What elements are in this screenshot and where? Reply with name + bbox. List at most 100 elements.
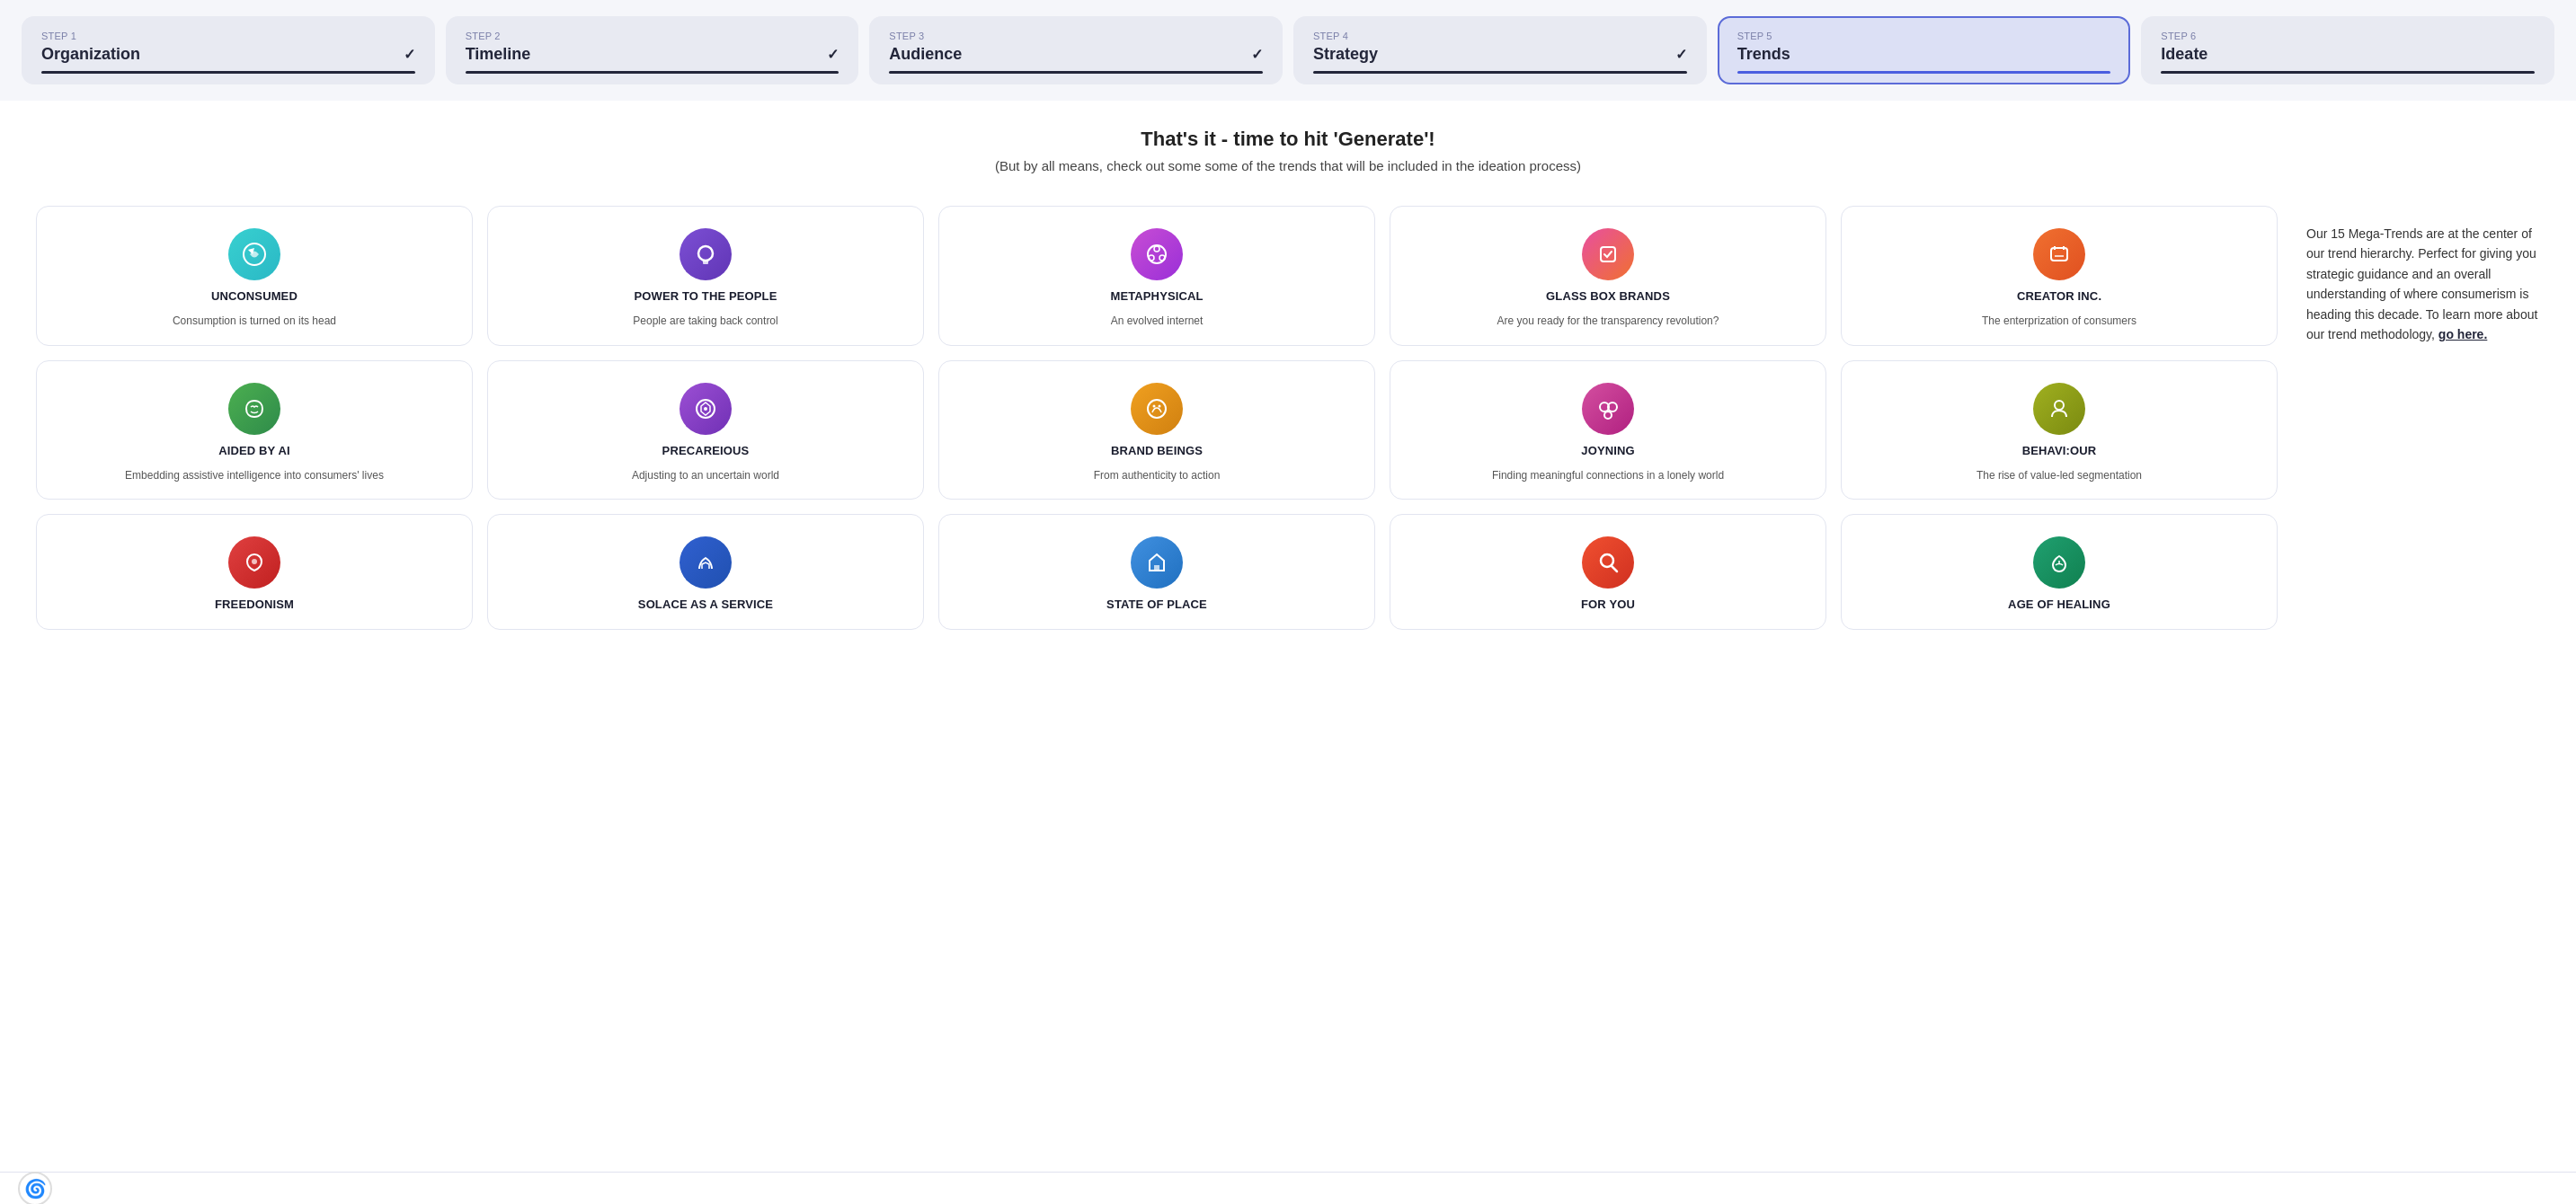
trend-card-solace-as-a-service[interactable]: SOLACE AS A SERVICE	[487, 514, 924, 630]
trend-icon-metaphysical	[1131, 228, 1183, 280]
trend-icon-brand-beings	[1131, 383, 1183, 435]
trend-desc-unconsumed: Consumption is turned on its head	[173, 314, 336, 329]
trend-card-unconsumed[interactable]: UNCONSUMED Consumption is turned on its …	[36, 206, 473, 346]
trend-desc-metaphysical: An evolved internet	[1111, 314, 1204, 329]
check-icon: ✓	[1251, 46, 1263, 63]
page-headline: That's it - time to hit 'Generate'!	[36, 128, 2540, 151]
svg-point-14	[1148, 400, 1166, 418]
svg-rect-8	[2051, 248, 2067, 261]
trend-icon-precareious	[680, 383, 732, 435]
trend-desc-behaviour: The rise of value-led segmentation	[1976, 468, 2142, 483]
trend-desc-creator-inc: The enterprization of consumers	[1982, 314, 2136, 329]
svg-point-21	[252, 559, 257, 564]
trend-card-freedonism[interactable]: FREEDONISM	[36, 514, 473, 630]
trend-card-joyning[interactable]: JOYNING Finding meaningful connections i…	[1390, 360, 1826, 500]
step-step4[interactable]: STEP 4 Strategy ✓	[1293, 16, 1707, 84]
main-content: That's it - time to hit 'Generate'! (But…	[0, 101, 2576, 1197]
step-label: STEP 4	[1313, 31, 1687, 41]
step-label: STEP 5	[1737, 31, 2111, 41]
trend-name-metaphysical: METAPHYSICAL	[1110, 289, 1203, 305]
step-step3[interactable]: STEP 3 Audience ✓	[869, 16, 1283, 84]
svg-rect-2	[703, 261, 708, 264]
svg-point-15	[1153, 404, 1156, 407]
trend-name-freedonism: FREEDONISM	[215, 598, 294, 613]
trend-desc-aided-by-ai: Embedding assistive intelligence into co…	[125, 468, 384, 483]
trend-name-precareious: PRECAREIOUS	[662, 444, 750, 459]
check-icon: ✓	[827, 46, 839, 63]
sidebar-text: Our 15 Mega-Trends are at the center of …	[2306, 226, 2537, 341]
trend-card-metaphysical[interactable]: METAPHYSICAL An evolved internet	[938, 206, 1375, 346]
trend-icon-age-of-healing	[2033, 536, 2085, 589]
trend-desc-precareious: Adjusting to an uncertain world	[632, 468, 779, 483]
trend-desc-joyning: Finding meaningful connections in a lone…	[1492, 468, 1724, 483]
step-title: Strategy	[1313, 45, 1378, 64]
trend-name-glass-box-brands: GLASS BOX BRANDS	[1546, 289, 1670, 305]
trend-icon-for-you	[1582, 536, 1634, 589]
trends-sidebar: Our 15 Mega-Trends are at the center of …	[2306, 206, 2540, 344]
step-step2[interactable]: STEP 2 Timeline ✓	[446, 16, 859, 84]
svg-point-20	[2055, 401, 2064, 410]
trend-card-precareious[interactable]: PRECAREIOUS Adjusting to an uncertain wo…	[487, 360, 924, 500]
trend-card-state-of-place[interactable]: STATE OF PLACE	[938, 514, 1375, 630]
step-title: Organization	[41, 45, 140, 64]
svg-point-19	[1604, 412, 1612, 419]
svg-rect-7	[1601, 247, 1615, 261]
svg-point-13	[704, 407, 707, 411]
trend-desc-power-to-the-people: People are taking back control	[633, 314, 777, 329]
trend-name-for-you: FOR YOU	[1581, 598, 1635, 613]
step-label: STEP 3	[889, 31, 1263, 41]
svg-point-1	[698, 246, 713, 261]
trend-icon-behaviour	[2033, 383, 2085, 435]
step-divider	[1737, 71, 2111, 74]
trend-name-creator-inc: CREATOR INC.	[2017, 289, 2101, 305]
trend-card-for-you[interactable]: FOR YOU	[1390, 514, 1826, 630]
trend-name-joyning: JOYNING	[1581, 444, 1634, 459]
trend-name-solace-as-a-service: SOLACE AS A SERVICE	[638, 598, 773, 613]
step-divider	[2161, 71, 2535, 74]
step-title: Audience	[889, 45, 962, 64]
step-title: Trends	[1737, 45, 1790, 64]
page-subheadline: (But by all means, check out some some o…	[36, 158, 2540, 173]
trend-card-power-to-the-people[interactable]: POWER TO THE PEOPLE People are taking ba…	[487, 206, 924, 346]
trend-desc-glass-box-brands: Are you ready for the transparency revol…	[1497, 314, 1719, 329]
trend-name-state-of-place: STATE OF PLACE	[1106, 598, 1207, 613]
svg-point-16	[1159, 404, 1161, 407]
sidebar-link[interactable]: go here.	[2438, 327, 2487, 341]
step-label: STEP 1	[41, 31, 415, 41]
check-icon: ✓	[1675, 46, 1687, 63]
trend-icon-solace-as-a-service	[680, 536, 732, 589]
stepper: STEP 1 Organization ✓ STEP 2 Timeline ✓ …	[0, 0, 2576, 101]
bottom-bar: 🌀	[0, 1172, 2576, 1204]
step-step6[interactable]: STEP 6 Ideate	[2141, 16, 2554, 84]
step-title: Ideate	[2161, 45, 2207, 64]
step-divider	[889, 71, 1263, 74]
step-divider	[41, 71, 415, 74]
check-icon: ✓	[404, 46, 415, 63]
trend-icon-aided-by-ai	[228, 383, 280, 435]
step-divider	[1313, 71, 1687, 74]
trend-card-aided-by-ai[interactable]: AIDED BY AI Embedding assistive intellig…	[36, 360, 473, 500]
trend-card-brand-beings[interactable]: BRAND BEINGS From authenticity to action	[938, 360, 1375, 500]
trend-card-behaviour[interactable]: BEHAVI:OUR The rise of value-led segment…	[1841, 360, 2278, 500]
trend-desc-brand-beings: From authenticity to action	[1094, 468, 1221, 483]
trend-icon-state-of-place	[1131, 536, 1183, 589]
step-label: STEP 2	[466, 31, 839, 41]
trend-icon-power-to-the-people	[680, 228, 732, 280]
trends-layout: UNCONSUMED Consumption is turned on its …	[36, 206, 2540, 630]
step-step1[interactable]: STEP 1 Organization ✓	[22, 16, 435, 84]
step-divider	[466, 71, 839, 74]
svg-point-4	[1154, 246, 1159, 252]
trend-card-age-of-healing[interactable]: AGE OF HEALING	[1841, 514, 2278, 630]
trend-name-power-to-the-people: POWER TO THE PEOPLE	[635, 289, 777, 305]
step-step5[interactable]: STEP 5 Trends	[1718, 16, 2131, 84]
trends-grid: UNCONSUMED Consumption is turned on its …	[36, 206, 2278, 630]
step-label: STEP 6	[2161, 31, 2535, 41]
trend-icon-creator-inc	[2033, 228, 2085, 280]
svg-line-24	[1612, 566, 1617, 571]
svg-rect-22	[1154, 565, 1159, 571]
trend-card-glass-box-brands[interactable]: GLASS BOX BRANDS Are you ready for the t…	[1390, 206, 1826, 346]
trend-icon-glass-box-brands	[1582, 228, 1634, 280]
trend-icon-joyning	[1582, 383, 1634, 435]
trend-card-creator-inc[interactable]: CREATOR INC. The enterprization of consu…	[1841, 206, 2278, 346]
trend-name-behaviour: BEHAVI:OUR	[2022, 444, 2097, 459]
